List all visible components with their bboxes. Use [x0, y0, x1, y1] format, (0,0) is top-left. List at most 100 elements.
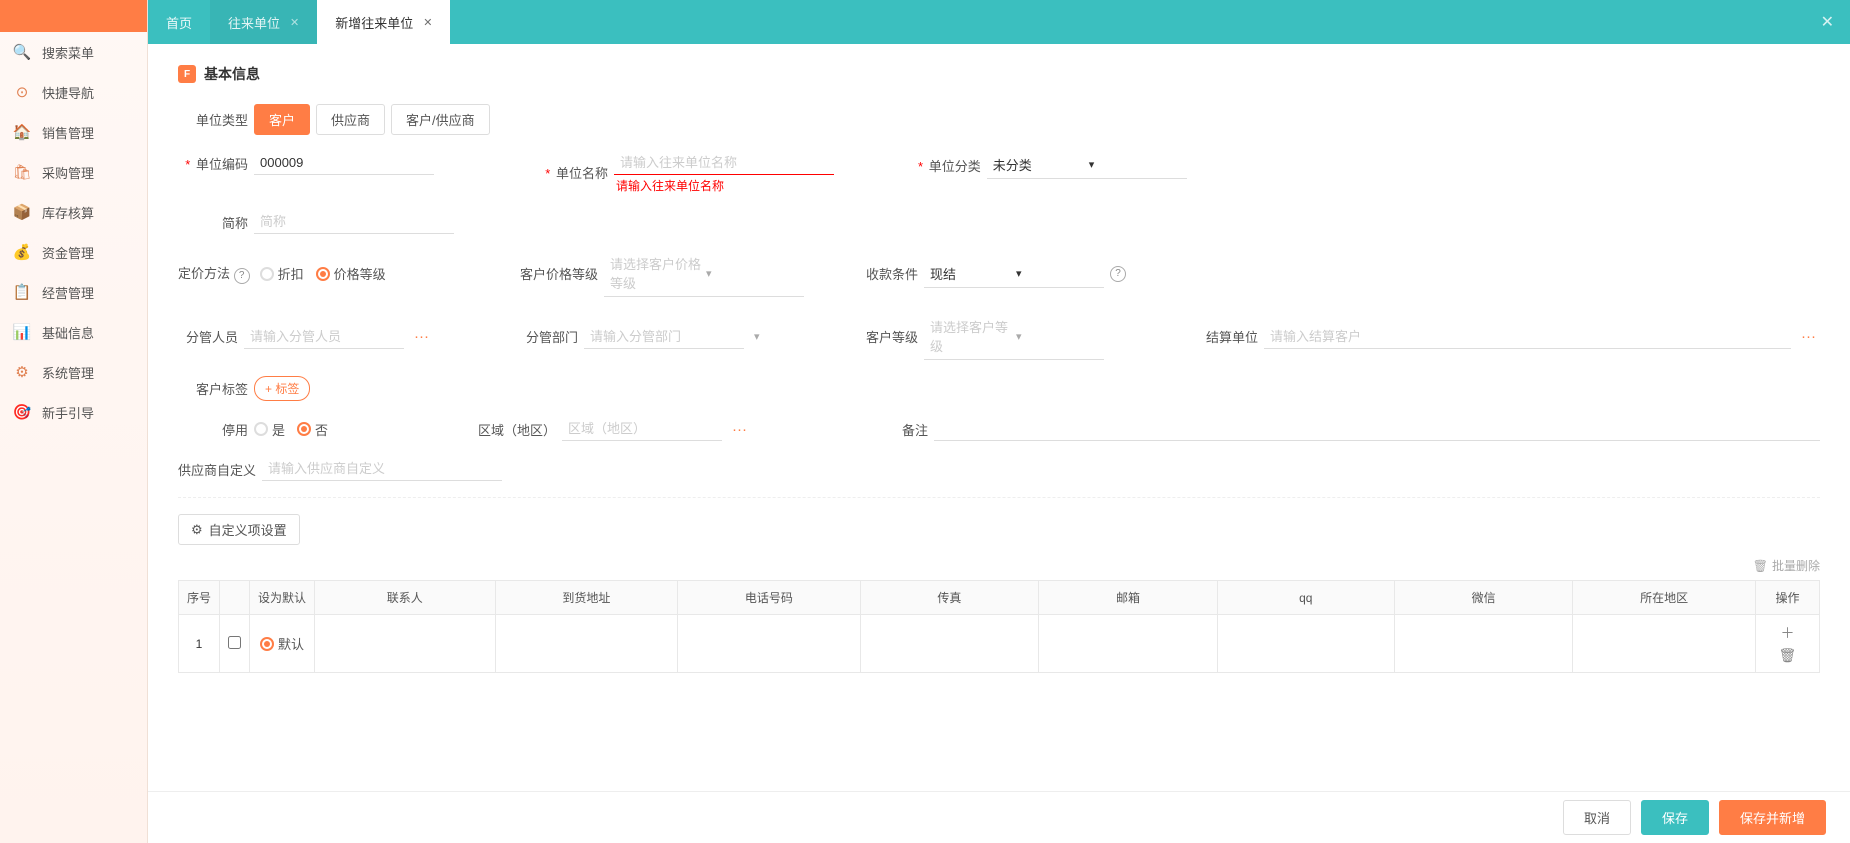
tab-partners-label: 往来单位	[228, 13, 280, 32]
tab-new-partner[interactable]: 新增往来单位 ✕	[317, 0, 450, 44]
sidebar-item-system[interactable]: ⚙ 系统管理	[0, 352, 147, 392]
batch-delete-button[interactable]: 🗑 批量删除	[178, 557, 1820, 574]
customer-level-label: 客户等级	[858, 327, 918, 346]
unit-category-chevron-icon: ▾	[1089, 158, 1181, 171]
row-email-input[interactable]	[1047, 632, 1209, 655]
row-wechat-cell	[1394, 615, 1573, 673]
row-region-cell	[1573, 615, 1755, 673]
customer-price-chevron-icon: ▾	[706, 267, 798, 280]
abbr-input[interactable]	[254, 210, 454, 234]
save-button[interactable]: 保存	[1641, 800, 1709, 835]
pricing-method-label: 定价方法 ?	[178, 263, 250, 284]
col-phone: 电话号码	[678, 581, 860, 615]
unit-name-required: *	[545, 166, 550, 181]
row-address-input[interactable]	[504, 632, 669, 655]
purchase-icon: 🛍	[12, 162, 32, 182]
custom-settings-button[interactable]: ⚙ 自定义项设置	[178, 514, 300, 545]
cancel-button[interactable]: 取消	[1563, 800, 1631, 835]
customer-level-select[interactable]: 请选择客户等级 ▾	[924, 313, 1104, 360]
customer-price-level-label: 客户价格等级	[518, 264, 598, 283]
row-qq-cell	[1217, 615, 1394, 673]
col-default: 设为默认	[250, 581, 315, 615]
row-add-button[interactable]: ＋	[1776, 621, 1798, 645]
sidebar-item-basic[interactable]: 📊 基础信息	[0, 312, 147, 352]
region-more-button[interactable]: ···	[728, 421, 751, 438]
pricing-level-radio[interactable]: 价格等级	[316, 264, 386, 283]
settlement-unit-input[interactable]	[1264, 325, 1791, 349]
pricing-help-icon[interactable]: ?	[234, 268, 250, 284]
row-wechat-input[interactable]	[1403, 632, 1565, 655]
row-delete-button[interactable]: 🗑	[1775, 645, 1801, 666]
tab-bar: 首页 往来单位 ✕ 新增往来单位 ✕ ✕	[148, 0, 1850, 44]
sidebar-item-guide[interactable]: 🎯 新手引导	[0, 392, 147, 432]
unit-btn-supplier[interactable]: 供应商	[316, 104, 385, 135]
form-divider	[178, 497, 1820, 498]
settlement-more-button[interactable]: ···	[1797, 328, 1820, 345]
sidebar-sales-label: 销售管理	[42, 123, 94, 142]
row-address-cell	[495, 615, 677, 673]
sidebar-system-label: 系统管理	[42, 363, 94, 382]
sidebar-item-quick-nav[interactable]: ⊙ 快捷导航	[0, 72, 147, 112]
supplier-custom-input[interactable]	[262, 457, 502, 481]
unit-name-group: * 单位名称 请输入往来单位名称	[538, 151, 898, 194]
add-tag-button[interactable]: + 标签	[254, 376, 310, 401]
disabled-yes-radio[interactable]: 是	[254, 420, 285, 439]
sidebar-item-finance[interactable]: 💰 资金管理	[0, 232, 147, 272]
manager-label: 分管人员	[178, 327, 238, 346]
row-qq-input[interactable]	[1226, 632, 1386, 655]
quick-nav-icon: ⊙	[12, 82, 32, 102]
finance-icon: 💰	[12, 242, 32, 262]
col-wechat: 微信	[1394, 581, 1573, 615]
row-checkbox[interactable]	[228, 636, 241, 649]
abbr-row: 简称	[178, 210, 1820, 234]
unit-name-input[interactable]	[614, 151, 834, 175]
search-icon: 🔍	[12, 42, 32, 62]
save-new-button[interactable]: 保存并新增	[1719, 800, 1826, 835]
region-input[interactable]	[562, 417, 722, 441]
unit-btn-customer[interactable]: 客户	[254, 104, 310, 135]
sidebar-item-inventory[interactable]: 📦 库存核算	[0, 192, 147, 232]
tab-partners[interactable]: 往来单位 ✕	[210, 0, 317, 44]
row-region-input[interactable]	[1581, 632, 1746, 655]
row-default-radio[interactable]: 默认	[258, 634, 306, 653]
abbr-label: 简称	[178, 213, 248, 232]
department-chevron[interactable]: ▾	[750, 330, 780, 343]
department-input[interactable]	[584, 325, 744, 349]
manager-input[interactable]	[244, 325, 404, 349]
sidebar-item-operations[interactable]: 📋 经营管理	[0, 272, 147, 312]
unit-category-required: *	[918, 159, 923, 174]
customer-level-chevron-icon: ▾	[1016, 330, 1098, 343]
tab-new-partner-close[interactable]: ✕	[423, 16, 432, 29]
manager-more-button[interactable]: ···	[410, 328, 433, 345]
customer-tag-group: 客户标签 + 标签	[178, 376, 1820, 401]
basic-icon: 📊	[12, 322, 32, 342]
customer-price-level-select[interactable]: 请选择客户价格等级 ▾	[604, 250, 804, 297]
tab-home[interactable]: 首页	[148, 0, 210, 44]
unit-category-select[interactable]: 未分类 ▾	[987, 151, 1187, 179]
sidebar-item-purchase[interactable]: 🛍 采购管理	[0, 152, 147, 192]
col-fax: 传真	[860, 581, 1039, 615]
window-close-button[interactable]: ✕	[1805, 12, 1850, 32]
col-seq: 序号	[179, 581, 220, 615]
unit-btn-both[interactable]: 客户/供应商	[391, 104, 490, 135]
pricing-discount-radio[interactable]: 折扣	[260, 264, 304, 283]
disabled-no-radio[interactable]: 否	[297, 420, 328, 439]
disabled-no-circle	[297, 422, 311, 436]
tab-partners-close[interactable]: ✕	[290, 16, 299, 29]
row-fax-input[interactable]	[869, 632, 1031, 655]
row-phone-input[interactable]	[686, 632, 851, 655]
custom-settings-label: 自定义项设置	[209, 520, 287, 539]
inventory-icon: 📦	[12, 202, 32, 222]
unit-name-label: * 单位名称	[538, 163, 608, 182]
sidebar-item-sales[interactable]: 🏠 销售管理	[0, 112, 147, 152]
sidebar-search[interactable]: 🔍 搜索菜单	[0, 32, 147, 72]
row-fax-cell	[860, 615, 1039, 673]
remarks-input[interactable]	[934, 417, 1820, 441]
row-contact-input[interactable]	[323, 632, 487, 655]
payment-terms-help-icon[interactable]: ?	[1110, 266, 1126, 282]
customer-price-level-group: 客户价格等级 请选择客户价格等级 ▾	[518, 250, 838, 297]
payment-terms-select[interactable]: 现结 ▾	[924, 260, 1104, 288]
unit-code-required: *	[185, 157, 190, 172]
unit-code-input[interactable]	[254, 151, 434, 175]
system-icon: ⚙	[12, 362, 32, 382]
